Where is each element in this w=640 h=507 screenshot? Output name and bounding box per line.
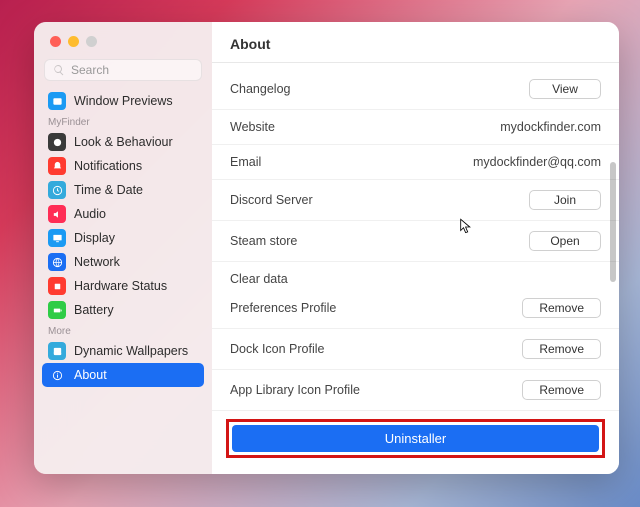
content-scroll[interactable]: Changelog View Website mydockfinder.com Emai… <box>212 63 619 474</box>
sidebar-item-label: Window Previews <box>74 94 173 108</box>
cleardata-row-dock-icon-profile: Dock Icon Profile Remove <box>212 329 619 370</box>
cleardata-row-preferences-profile: Preferences Profile Remove <box>212 288 619 329</box>
sidebar-item-audio[interactable]: Audio <box>42 202 204 226</box>
sidebar-item-display[interactable]: Display <box>42 226 204 250</box>
sidebar: Search Window Previews MyFinder Look & B… <box>34 22 212 474</box>
row-label: Website <box>230 120 275 134</box>
row-label: Changelog <box>230 82 290 96</box>
sidebar-item-label: Look & Behaviour <box>74 135 173 149</box>
join-button[interactable]: Join <box>529 190 601 210</box>
time-date-icon <box>48 181 66 199</box>
row-label: Preferences Profile <box>230 301 336 315</box>
search-icon <box>53 64 65 76</box>
sidebar-item-label: Battery <box>74 303 114 317</box>
uninstaller-button[interactable]: Uninstaller <box>232 425 599 452</box>
about-row-discord-server: Discord Server Join <box>212 180 619 221</box>
sidebar-item-label: Notifications <box>74 159 142 173</box>
dynamic-wallpapers-icon <box>48 342 66 360</box>
open-button[interactable]: Open <box>529 231 601 251</box>
audio-icon <box>48 205 66 223</box>
zoom-icon[interactable] <box>86 36 97 47</box>
sidebar-item-label: Display <box>74 231 115 245</box>
sidebar-item-battery[interactable]: Battery <box>42 298 204 322</box>
view-button[interactable]: View <box>529 79 601 99</box>
scrollbar-thumb[interactable] <box>610 162 616 282</box>
row-label: Email <box>230 155 261 169</box>
network-icon <box>48 253 66 271</box>
notifications-icon <box>48 157 66 175</box>
remove-button[interactable]: Remove <box>522 380 601 400</box>
main-panel: About Changelog View Website mydockfinder.c… <box>212 22 619 474</box>
sidebar-item-label: Time & Date <box>74 183 143 197</box>
window-previews-icon <box>48 92 66 110</box>
sidebar-item-dynamic-wallpapers[interactable]: Dynamic Wallpapers <box>42 339 204 363</box>
page-title: About <box>212 22 619 63</box>
section-myfinder: MyFinder <box>34 113 212 130</box>
battery-icon <box>48 301 66 319</box>
display-icon <box>48 229 66 247</box>
clear-data-header: Clear data <box>212 262 619 288</box>
look-behaviour-icon <box>48 133 66 151</box>
row-label: Steam store <box>230 234 297 248</box>
remove-button[interactable]: Remove <box>522 339 601 359</box>
sidebar-item-window-previews[interactable]: Window Previews <box>42 89 204 113</box>
sidebar-item-label: About <box>74 368 107 382</box>
sidebar-item-label: Dynamic Wallpapers <box>74 344 188 358</box>
hardware-status-icon <box>48 277 66 295</box>
cleardata-row-app-library-icon-profile: App Library Icon Profile Remove <box>212 370 619 411</box>
uninstaller-highlight: Uninstaller <box>226 419 605 458</box>
window-controls <box>34 36 212 59</box>
about-row-website: Website mydockfinder.com <box>212 110 619 145</box>
row-value: mydockfinder@qq.com <box>473 155 601 169</box>
row-value: mydockfinder.com <box>500 120 601 134</box>
remove-button[interactable]: Remove <box>522 298 601 318</box>
search-placeholder: Search <box>71 63 109 77</box>
sidebar-item-hardware-status[interactable]: Hardware Status <box>42 274 204 298</box>
scrollbar[interactable] <box>610 82 616 464</box>
sidebar-item-notifications[interactable]: Notifications <box>42 154 204 178</box>
sidebar-item-label: Audio <box>74 207 106 221</box>
sidebar-item-network[interactable]: Network <box>42 250 204 274</box>
about-row-email: Email mydockfinder@qq.com <box>212 145 619 180</box>
about-icon <box>48 366 66 384</box>
search-input[interactable]: Search <box>44 59 202 81</box>
about-row-steam-store: Steam store Open <box>212 221 619 262</box>
sidebar-item-time-date[interactable]: Time & Date <box>42 178 204 202</box>
minimize-icon[interactable] <box>68 36 79 47</box>
close-icon[interactable] <box>50 36 61 47</box>
clear-data-label: Clear data <box>230 272 288 286</box>
row-label: App Library Icon Profile <box>230 383 360 397</box>
sidebar-item-look-behaviour[interactable]: Look & Behaviour <box>42 130 204 154</box>
row-label: Dock Icon Profile <box>230 342 324 356</box>
preferences-window: Search Window Previews MyFinder Look & B… <box>34 22 619 474</box>
sidebar-item-about[interactable]: About <box>42 363 204 387</box>
sidebar-item-label: Hardware Status <box>74 279 167 293</box>
section-more: More <box>34 322 212 339</box>
row-label: Discord Server <box>230 193 313 207</box>
sidebar-item-label: Network <box>74 255 120 269</box>
about-row-changelog: Changelog View <box>212 69 619 110</box>
